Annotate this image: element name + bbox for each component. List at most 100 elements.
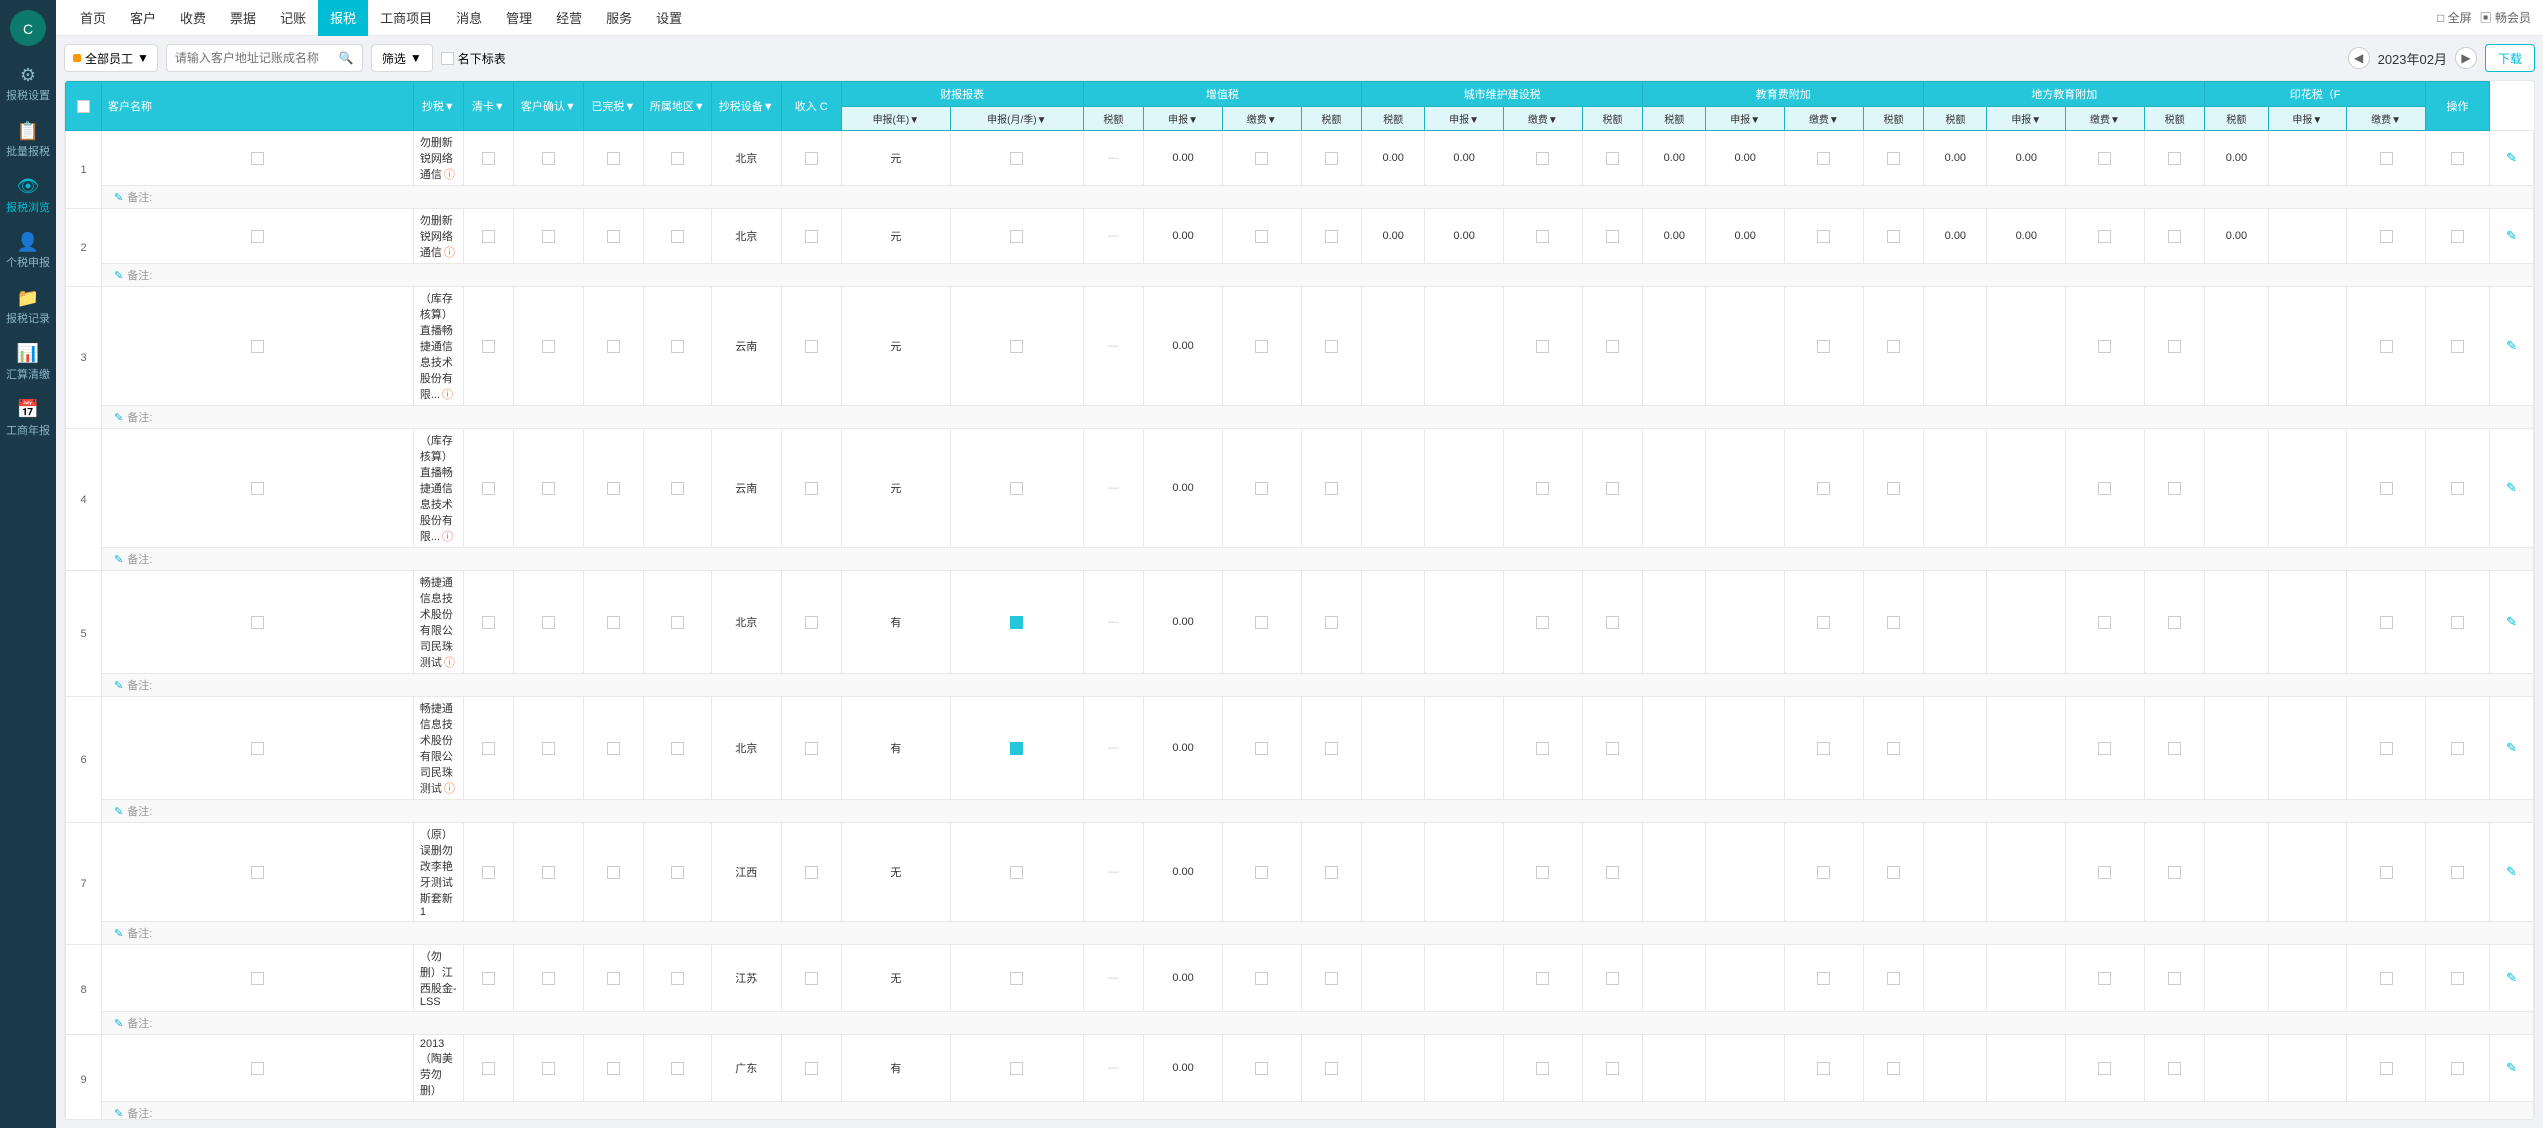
note-pencil-icon[interactable]: ✎ (114, 806, 123, 818)
row-zz-jiao[interactable] (1301, 287, 1362, 406)
row-jy-sb[interactable] (1785, 823, 1864, 922)
yh-sb-cb[interactable] (2380, 482, 2393, 495)
yh-jiao-cb[interactable] (2451, 152, 2464, 165)
note-pencil-icon[interactable]: ✎ (114, 1108, 123, 1120)
nav-service[interactable]: 服务 (594, 0, 644, 36)
df-sb-cb[interactable] (2098, 866, 2111, 879)
row-done[interactable] (643, 429, 711, 548)
sb-cb[interactable] (482, 230, 495, 243)
row-caibao-year[interactable] (950, 571, 1083, 674)
row-sb[interactable] (463, 287, 513, 406)
row-sb[interactable] (463, 697, 513, 800)
row-cs-sb[interactable] (1503, 429, 1582, 548)
row-df-sb[interactable] (2066, 1035, 2145, 1102)
nav-tax[interactable]: 报税 (318, 0, 368, 36)
cs-jiao-cb[interactable] (1606, 866, 1619, 879)
sb-cb[interactable] (482, 742, 495, 755)
row-sb[interactable] (463, 945, 513, 1012)
zz-jiao-cb[interactable] (1325, 1062, 1338, 1075)
row-cs-jiao[interactable] (1582, 823, 1643, 922)
yh-sb-cb[interactable] (2380, 616, 2393, 629)
row-zz-sb[interactable] (1222, 945, 1301, 1012)
note-pencil-icon[interactable]: ✎ (114, 680, 123, 692)
device-cb[interactable] (805, 482, 818, 495)
jy-jiao-cb[interactable] (1887, 866, 1900, 879)
row-jy-sb[interactable] (1785, 1035, 1864, 1102)
sb-cb[interactable] (482, 616, 495, 629)
done-cb[interactable] (671, 152, 684, 165)
edit-icon[interactable]: ✎ (2506, 480, 2517, 495)
cs-jiao-cb[interactable] (1606, 340, 1619, 353)
sb-cb[interactable] (482, 866, 495, 879)
nav-settings[interactable]: 设置 (644, 0, 694, 36)
row-device[interactable] (781, 131, 841, 186)
row-yh-sb[interactable] (2347, 287, 2426, 406)
row-edit[interactable]: ✎ (2490, 571, 2534, 674)
nav-management[interactable]: 管理 (494, 0, 544, 36)
row-zz-sb[interactable] (1222, 697, 1301, 800)
row-device[interactable] (781, 945, 841, 1012)
row-jy-sb[interactable] (1785, 131, 1864, 186)
note-pencil-icon[interactable]: ✎ (114, 192, 123, 204)
cs-sb-cb[interactable] (1536, 866, 1549, 879)
sidebar-item-personal-tax[interactable]: 👤 个税申报 (0, 223, 56, 279)
jy-sb-cb[interactable] (1817, 742, 1830, 755)
row-jy-sb[interactable] (1785, 945, 1864, 1012)
jy-jiao-cb[interactable] (1887, 230, 1900, 243)
header-checkbox[interactable] (77, 100, 90, 113)
row-cb[interactable] (251, 616, 264, 629)
row-cs-jiao[interactable] (1582, 1035, 1643, 1102)
sk-cb[interactable] (542, 152, 555, 165)
zz-sb-cb[interactable] (1255, 972, 1268, 985)
zz-jiao-cb[interactable] (1325, 152, 1338, 165)
row-df-sb[interactable] (2066, 131, 2145, 186)
row-sk[interactable] (513, 945, 583, 1012)
zz-sb-cb[interactable] (1255, 1062, 1268, 1075)
zz-jiao-cb[interactable] (1325, 972, 1338, 985)
confirm-cb[interactable] (607, 866, 620, 879)
zz-sb-cb[interactable] (1255, 340, 1268, 353)
row-zz-sb[interactable] (1222, 429, 1301, 548)
caibao-year-cb[interactable] (1010, 1062, 1023, 1075)
yh-sb-cb[interactable] (2380, 1062, 2393, 1075)
sidebar-item-summary[interactable]: 📊 汇算清缴 (0, 334, 56, 390)
caibao-year-cb[interactable] (1010, 482, 1023, 495)
row-df-sb[interactable] (2066, 823, 2145, 922)
cs-jiao-cb[interactable] (1606, 152, 1619, 165)
row-sb[interactable] (463, 131, 513, 186)
cs-sb-cb[interactable] (1536, 616, 1549, 629)
sk-cb[interactable] (542, 742, 555, 755)
done-cb[interactable] (671, 972, 684, 985)
edit-icon[interactable]: ✎ (2506, 1060, 2517, 1075)
row-jy-jiao[interactable] (1863, 1035, 1924, 1102)
row-device[interactable] (781, 697, 841, 800)
edit-icon[interactable]: ✎ (2506, 970, 2517, 985)
confirm-cb[interactable] (607, 152, 620, 165)
nav-business[interactable]: 经营 (544, 0, 594, 36)
note-pencil-icon[interactable]: ✎ (114, 928, 123, 940)
row-df-jiao[interactable] (2144, 945, 2205, 1012)
row-zz-jiao[interactable] (1301, 823, 1362, 922)
done-cb[interactable] (671, 230, 684, 243)
row-cb[interactable] (251, 230, 264, 243)
nav-message[interactable]: 消息 (444, 0, 494, 36)
cs-sb-cb[interactable] (1536, 972, 1549, 985)
zz-sb-cb[interactable] (1255, 152, 1268, 165)
df-sb-cb[interactable] (2098, 340, 2111, 353)
zz-jiao-cb[interactable] (1325, 616, 1338, 629)
row-confirm[interactable] (583, 945, 643, 1012)
row-cs-sb[interactable] (1503, 823, 1582, 922)
row-df-jiao[interactable] (2144, 571, 2205, 674)
cs-jiao-cb[interactable] (1606, 230, 1619, 243)
row-caibao-year[interactable] (950, 429, 1083, 548)
row-zz-jiao[interactable] (1301, 429, 1362, 548)
yh-sb-cb[interactable] (2380, 230, 2393, 243)
row-checkbox[interactable] (102, 697, 414, 800)
table-container[interactable]: 客户名称 抄税▼ 清卡▼ 客户确认▼ 已完税▼ 所属地区▼ 抄税设备▼ 收入 C… (64, 80, 2535, 1120)
caibao-year-cb[interactable] (1010, 230, 1023, 243)
date-next-button[interactable]: ▶ (2455, 47, 2477, 69)
confirm-cb[interactable] (607, 972, 620, 985)
confirm-cb[interactable] (607, 616, 620, 629)
jy-sb-cb[interactable] (1817, 616, 1830, 629)
caibao-year-cb[interactable] (1010, 340, 1023, 353)
